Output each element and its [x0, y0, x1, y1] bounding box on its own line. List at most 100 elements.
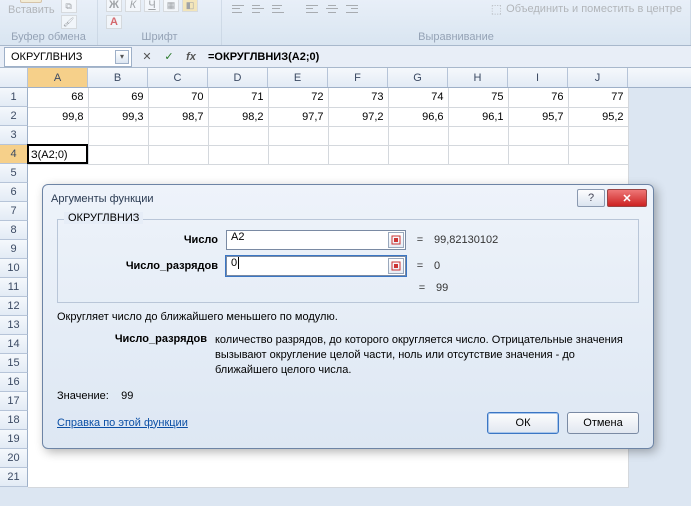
copy-icon[interactable]: ⧉: [61, 0, 77, 13]
cell[interactable]: [568, 126, 628, 145]
cell[interactable]: 95,7: [508, 107, 568, 126]
col-header[interactable]: G: [388, 68, 448, 87]
cancel-button[interactable]: Отмена: [567, 412, 639, 434]
col-header[interactable]: B: [88, 68, 148, 87]
cell[interactable]: 70: [148, 88, 208, 107]
cell[interactable]: 95,2: [568, 107, 628, 126]
italic-icon[interactable]: К: [125, 0, 141, 12]
row-header[interactable]: 11: [0, 278, 28, 297]
font-color-icon[interactable]: A: [106, 15, 122, 29]
cell[interactable]: [508, 145, 568, 164]
cell[interactable]: 69: [88, 88, 148, 107]
cell[interactable]: 76: [508, 88, 568, 107]
accept-formula-icon[interactable]: ✓: [160, 48, 178, 66]
cell[interactable]: 98,2: [208, 107, 268, 126]
format-painter-icon[interactable]: 🖌: [61, 15, 77, 29]
cell[interactable]: [568, 145, 628, 164]
col-header[interactable]: F: [328, 68, 388, 87]
col-header[interactable]: C: [148, 68, 208, 87]
cell[interactable]: [388, 126, 448, 145]
cell[interactable]: [268, 126, 328, 145]
cell[interactable]: [88, 126, 148, 145]
cell[interactable]: 72: [268, 88, 328, 107]
align-bottom-icon[interactable]: [270, 2, 286, 16]
help-button[interactable]: ?: [577, 189, 605, 207]
arg2-input[interactable]: 0: [226, 256, 406, 276]
row-header[interactable]: 17: [0, 392, 28, 411]
row-header[interactable]: 10: [0, 259, 28, 278]
align-right-icon[interactable]: [344, 2, 360, 16]
cell[interactable]: 96,1: [448, 107, 508, 126]
col-header[interactable]: J: [568, 68, 628, 87]
row-header[interactable]: 19: [0, 430, 28, 449]
cell[interactable]: [448, 145, 508, 164]
cell[interactable]: [28, 126, 88, 145]
align-left-icon[interactable]: [304, 2, 320, 16]
name-box-dropdown-icon[interactable]: ▾: [115, 50, 129, 64]
underline-icon[interactable]: Ч: [144, 0, 160, 12]
cell[interactable]: [148, 126, 208, 145]
formula-text[interactable]: =ОКРУГЛВНИЗ(A2;0): [206, 51, 691, 63]
cell[interactable]: [268, 145, 328, 164]
cell[interactable]: 98,7: [148, 107, 208, 126]
cell[interactable]: [208, 145, 268, 164]
cell[interactable]: 68: [28, 88, 88, 107]
cell[interactable]: [448, 126, 508, 145]
cell[interactable]: 99,8: [28, 107, 88, 126]
range-picker-icon[interactable]: [388, 258, 404, 274]
cell[interactable]: [328, 145, 388, 164]
cell[interactable]: 75: [448, 88, 508, 107]
fx-icon[interactable]: fx: [182, 48, 200, 66]
select-all-corner[interactable]: [0, 68, 28, 87]
cell[interactable]: [328, 126, 388, 145]
cell[interactable]: 97,7: [268, 107, 328, 126]
row-header[interactable]: 6: [0, 183, 28, 202]
cell-active[interactable]: З(A2;0): [28, 145, 88, 164]
cell[interactable]: 74: [388, 88, 448, 107]
align-top-icon[interactable]: [230, 2, 246, 16]
row-header[interactable]: 2: [0, 107, 28, 126]
cell[interactable]: 73: [328, 88, 388, 107]
cell[interactable]: [148, 145, 208, 164]
close-button[interactable]: ✕: [607, 189, 647, 207]
cell[interactable]: [88, 145, 148, 164]
cell[interactable]: [388, 145, 448, 164]
border-icon[interactable]: ▦: [163, 0, 179, 12]
col-header[interactable]: I: [508, 68, 568, 87]
row-header[interactable]: 12: [0, 297, 28, 316]
cell[interactable]: 77: [568, 88, 628, 107]
row-header[interactable]: 13: [0, 316, 28, 335]
row-header[interactable]: 1: [0, 88, 28, 107]
arg1-input[interactable]: A2: [226, 230, 406, 250]
name-box[interactable]: ОКРУГЛВНИЗ ▾: [4, 47, 132, 67]
cell[interactable]: [508, 126, 568, 145]
help-link[interactable]: Справка по этой функции: [57, 417, 188, 429]
row-header[interactable]: 18: [0, 411, 28, 430]
fill-color-icon[interactable]: ◧: [182, 0, 198, 12]
row-header[interactable]: 7: [0, 202, 28, 221]
row-header[interactable]: 20: [0, 449, 28, 468]
row-header[interactable]: 4: [0, 145, 28, 164]
row-header[interactable]: 9: [0, 240, 28, 259]
cell[interactable]: 97,2: [328, 107, 388, 126]
row-header[interactable]: 21: [0, 468, 28, 487]
bold-icon[interactable]: Ж: [106, 0, 122, 12]
row-header[interactable]: 14: [0, 335, 28, 354]
paste-button[interactable]: Вставить: [8, 0, 55, 16]
cancel-formula-icon[interactable]: ✕: [138, 48, 156, 66]
col-header[interactable]: E: [268, 68, 328, 87]
row-header[interactable]: 8: [0, 221, 28, 240]
cell[interactable]: 71: [208, 88, 268, 107]
align-center-icon[interactable]: [324, 2, 340, 16]
range-picker-icon[interactable]: [388, 232, 404, 248]
ok-button[interactable]: ОК: [487, 412, 559, 434]
col-header[interactable]: H: [448, 68, 508, 87]
row-header[interactable]: 3: [0, 126, 28, 145]
merge-icon[interactable]: ⬚: [491, 2, 502, 16]
col-header[interactable]: D: [208, 68, 268, 87]
align-middle-icon[interactable]: [250, 2, 266, 16]
row-header[interactable]: 15: [0, 354, 28, 373]
row-header[interactable]: 16: [0, 373, 28, 392]
row-header[interactable]: 5: [0, 164, 28, 183]
cell[interactable]: 99,3: [88, 107, 148, 126]
